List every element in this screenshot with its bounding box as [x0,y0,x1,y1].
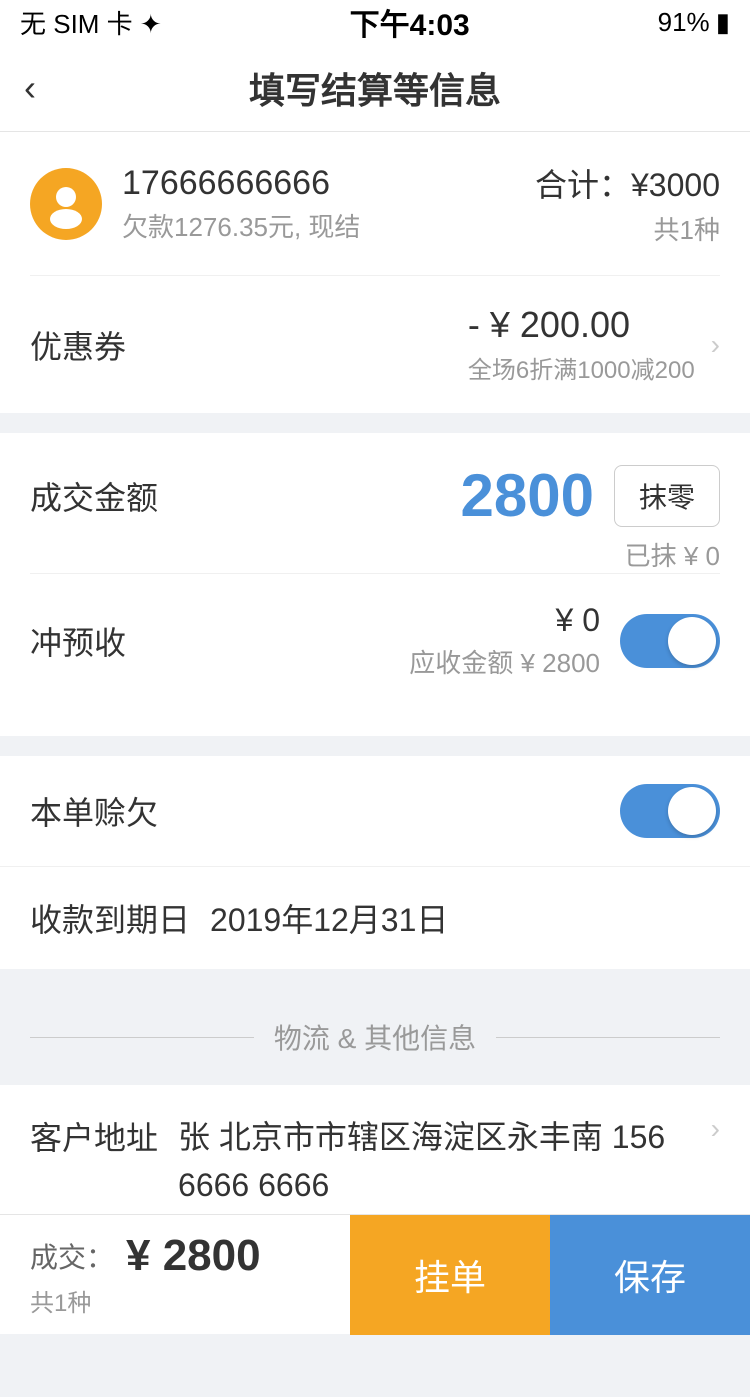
address-value: 张 北京市市辖区海淀区永丰南 156 6666 6666 [178,1113,711,1209]
customer-left: 17666666666 欠款1276.35元, 现结 [30,164,360,244]
customer-debt: 欠款1276.35元, 现结 [122,207,360,244]
status-time: 下午4:03 [350,0,470,44]
coupon-right: - ¥ 200.00 全场6折满1000减200 › [468,304,720,385]
debt-row: 本单赊欠 [30,784,720,838]
customer-phone: 17666666666 [122,164,360,203]
bottom-summary: 成交： ¥ 2800 共1种 [0,1231,350,1318]
chevron-right-icon: › [711,329,720,361]
divider-2 [0,736,750,756]
transaction-label: 成交金额 [30,473,158,519]
status-right: 91% ▮ [658,7,730,38]
logistics-line-right [496,1037,720,1038]
address-label: 客户地址 [30,1113,158,1159]
address-row: 客户地址 张 北京市市辖区海淀区永丰南 156 6666 6666 › [30,1113,720,1209]
customer-info: 17666666666 欠款1276.35元, 现结 [122,164,360,244]
prepay-row: 冲预收 ¥ 0 应收金额 ¥ 2800 [30,573,720,708]
avatar [30,168,102,240]
logistics-divider: 物流 & 其他信息 [0,989,750,1085]
divider-3 [0,969,750,989]
coupon-label: 优惠券 [30,322,126,368]
status-bar: 无 SIM 卡 ✦ 下午4:03 91% ▮ [0,0,750,44]
battery-icon: ▮ [716,7,730,38]
pending-button[interactable]: 挂单 [350,1215,550,1335]
address-chevron-icon: › [711,1113,720,1145]
date-label: 收款到期日 [30,895,190,941]
bottom-bar: 成交： ¥ 2800 共1种 挂单 保存 [0,1214,750,1334]
prepay-value: ¥ 0 应收金额 ¥ 2800 [409,602,600,680]
summary-amount: ¥ 2800 [126,1231,261,1281]
date-value: 2019年12月31日 [210,895,448,941]
customer-row: 17666666666 欠款1276.35元, 现结 合计：¥3000 共1种 [30,132,720,275]
prepay-toggle[interactable] [620,614,720,668]
summary-label: 成交： [30,1236,114,1276]
total-amount: 合计：¥3000 [535,160,720,206]
debt-section: 本单赊欠 [0,756,750,866]
date-row: 收款到期日 2019年12月31日 [30,895,720,941]
transaction-sub: 已抹 ¥ 0 [30,536,720,573]
back-button[interactable]: ‹ [24,67,36,109]
debt-label: 本单赊欠 [30,788,158,834]
amount-value-block: 2800 抹零 [461,461,721,530]
transaction-amount: 2800 [461,461,594,530]
prepay-sub: 应收金额 ¥ 2800 [409,643,600,680]
nav-bar: ‹ 填写结算等信息 [0,44,750,132]
logistics-label: 物流 & 其他信息 [274,1017,476,1057]
transaction-section: 成交金额 2800 抹零 已抹 ¥ 0 冲预收 ¥ 0 应收金额 ¥ 2800 [0,433,750,736]
prepay-label: 冲预收 [30,618,126,664]
summary-count: 共1种 [30,1283,320,1318]
status-left: 无 SIM 卡 ✦ [20,4,162,41]
save-button[interactable]: 保存 [550,1215,750,1335]
debt-toggle[interactable] [620,784,720,838]
logistics-line-left [30,1037,254,1038]
divider-1 [0,413,750,433]
prepay-right: ¥ 0 应收金额 ¥ 2800 [409,602,720,680]
page-title: 填写结算等信息 [249,62,501,114]
coupon-row[interactable]: 优惠券 - ¥ 200.00 全场6折满1000减200 › [30,275,720,413]
coupon-desc: 全场6折满1000减200 [468,350,695,385]
amount-row: 成交金额 2800 抹零 [30,461,720,530]
summary-row: 成交： ¥ 2800 [30,1231,320,1281]
avatar-icon [41,179,91,229]
battery-text: 91% [658,7,710,38]
round-button[interactable]: 抹零 [614,465,720,527]
prepay-amount: ¥ 0 [409,602,600,639]
customer-section: 17666666666 欠款1276.35元, 现结 合计：¥3000 共1种 … [0,132,750,413]
total-count: 共1种 [535,210,720,247]
coupon-amount: - ¥ 200.00 [468,304,695,346]
date-section: 收款到期日 2019年12月31日 [0,866,750,969]
customer-total: 合计：¥3000 共1种 [535,160,720,247]
coupon-info: - ¥ 200.00 全场6折满1000减200 [468,304,695,385]
